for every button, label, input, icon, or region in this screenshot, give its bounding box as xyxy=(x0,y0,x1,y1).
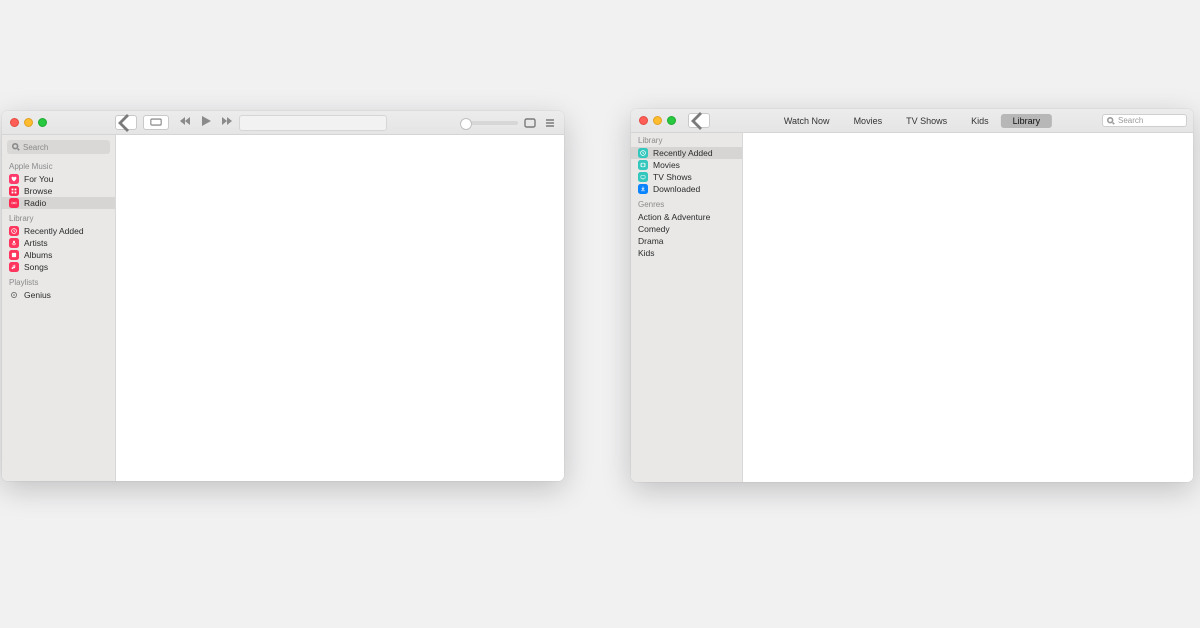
back-button[interactable] xyxy=(115,115,137,130)
search-input[interactable]: Search xyxy=(7,140,110,154)
sidebar-item-label: Downloaded xyxy=(653,184,700,194)
sidebar-item-label: Kids xyxy=(638,248,655,258)
volume-slider[interactable] xyxy=(460,121,518,125)
sidebar-item-for-you[interactable]: For You xyxy=(2,173,115,185)
sidebar-item-albums[interactable]: Albums xyxy=(2,249,115,261)
music-sidebar: Search Apple Music For You Browse Radio … xyxy=(2,135,116,481)
sidebar-item-downloaded[interactable]: Downloaded xyxy=(631,183,742,195)
window-controls xyxy=(8,118,47,127)
sidebar-heading-library: Library xyxy=(2,209,115,225)
sidebar-item-label: Recently Added xyxy=(24,226,84,236)
play-icon xyxy=(200,115,212,127)
sidebar-item-recently-added[interactable]: Recently Added xyxy=(631,147,742,159)
chevron-left-icon xyxy=(689,111,709,131)
next-button[interactable] xyxy=(221,114,233,132)
display-icon xyxy=(150,118,162,127)
music-titlebar xyxy=(2,111,564,135)
grid-icon xyxy=(9,186,19,196)
sidebar-item-label: Songs xyxy=(24,262,48,272)
tab-kids[interactable]: Kids xyxy=(959,114,1001,128)
genius-icon xyxy=(9,290,19,300)
list-button[interactable] xyxy=(542,116,558,130)
sidebar-item-tv-shows[interactable]: TV Shows xyxy=(631,171,742,183)
music-content-area xyxy=(116,135,564,481)
sidebar-item-label: Browse xyxy=(24,186,52,196)
tv-sidebar: Library Recently Added Movies TV Shows D… xyxy=(631,133,743,482)
chevron-left-icon xyxy=(116,113,136,133)
search-placeholder: Search xyxy=(1118,116,1143,125)
minimize-button[interactable] xyxy=(653,116,662,125)
search-input[interactable]: Search xyxy=(1102,114,1187,127)
quote-icon xyxy=(524,117,536,129)
sidebar-item-label: Genius xyxy=(24,290,51,300)
tab-watch-now[interactable]: Watch Now xyxy=(772,114,842,128)
zoom-button[interactable] xyxy=(38,118,47,127)
close-button[interactable] xyxy=(10,118,19,127)
sidebar-item-label: Artists xyxy=(24,238,48,248)
clock-icon xyxy=(638,148,648,158)
search-placeholder: Search xyxy=(23,143,48,152)
media-picker-button[interactable] xyxy=(143,115,169,130)
list-icon xyxy=(544,117,556,129)
window-controls xyxy=(637,116,676,125)
sidebar-item-label: For You xyxy=(24,174,53,184)
sidebar-item-label: Albums xyxy=(24,250,52,260)
lyrics-button[interactable] xyxy=(522,116,538,130)
tv-tab-bar: Watch Now Movies TV Shows Kids Library xyxy=(772,114,1052,128)
sidebar-item-genius[interactable]: Genius xyxy=(2,289,115,301)
tv-content-area xyxy=(743,133,1193,482)
sidebar-item-label: Action & Adventure xyxy=(638,212,710,222)
sidebar-item-label: TV Shows xyxy=(653,172,692,182)
sidebar-heading-playlists: Playlists xyxy=(2,273,115,289)
close-button[interactable] xyxy=(639,116,648,125)
tv-app-window: Watch Now Movies TV Shows Kids Library S… xyxy=(631,109,1193,482)
heart-icon xyxy=(9,174,19,184)
music-app-window: Search Apple Music For You Browse Radio … xyxy=(2,111,564,481)
tab-tv-shows[interactable]: TV Shows xyxy=(894,114,959,128)
sidebar-item-movies[interactable]: Movies xyxy=(631,159,742,171)
sidebar-item-genre-action[interactable]: Action & Adventure xyxy=(631,211,742,223)
sidebar-heading-apple-music: Apple Music xyxy=(2,157,115,173)
backward-icon xyxy=(179,115,191,127)
download-icon xyxy=(638,184,648,194)
back-button[interactable] xyxy=(688,113,710,128)
now-playing-display xyxy=(239,115,387,131)
film-icon xyxy=(638,160,648,170)
sidebar-heading-library: Library xyxy=(631,133,742,147)
sidebar-item-genre-kids[interactable]: Kids xyxy=(631,247,742,259)
zoom-button[interactable] xyxy=(667,116,676,125)
sidebar-item-genre-drama[interactable]: Drama xyxy=(631,235,742,247)
minimize-button[interactable] xyxy=(24,118,33,127)
previous-button[interactable] xyxy=(179,114,191,132)
sidebar-item-label: Radio xyxy=(24,198,46,208)
radio-icon xyxy=(9,198,19,208)
sidebar-item-label: Drama xyxy=(638,236,664,246)
forward-icon xyxy=(221,115,233,127)
tv-titlebar: Watch Now Movies TV Shows Kids Library S… xyxy=(631,109,1193,133)
sidebar-item-label: Movies xyxy=(653,160,680,170)
sidebar-item-recently-added[interactable]: Recently Added xyxy=(2,225,115,237)
transport-controls xyxy=(179,114,233,132)
note-icon xyxy=(9,262,19,272)
sidebar-heading-genres: Genres xyxy=(631,195,742,211)
sidebar-item-label: Recently Added xyxy=(653,148,713,158)
tv-icon xyxy=(638,172,648,182)
search-icon xyxy=(1107,117,1115,125)
clock-icon xyxy=(9,226,19,236)
sidebar-item-label: Comedy xyxy=(638,224,670,234)
play-button[interactable] xyxy=(200,114,212,132)
sidebar-item-radio[interactable]: Radio xyxy=(2,197,115,209)
sidebar-item-songs[interactable]: Songs xyxy=(2,261,115,273)
search-icon xyxy=(12,143,20,151)
sidebar-item-artists[interactable]: Artists xyxy=(2,237,115,249)
tab-library[interactable]: Library xyxy=(1001,114,1053,128)
tab-movies[interactable]: Movies xyxy=(842,114,895,128)
mic-icon xyxy=(9,238,19,248)
sidebar-item-genre-comedy[interactable]: Comedy xyxy=(631,223,742,235)
sidebar-item-browse[interactable]: Browse xyxy=(2,185,115,197)
playback-center xyxy=(179,114,387,132)
album-icon xyxy=(9,250,19,260)
